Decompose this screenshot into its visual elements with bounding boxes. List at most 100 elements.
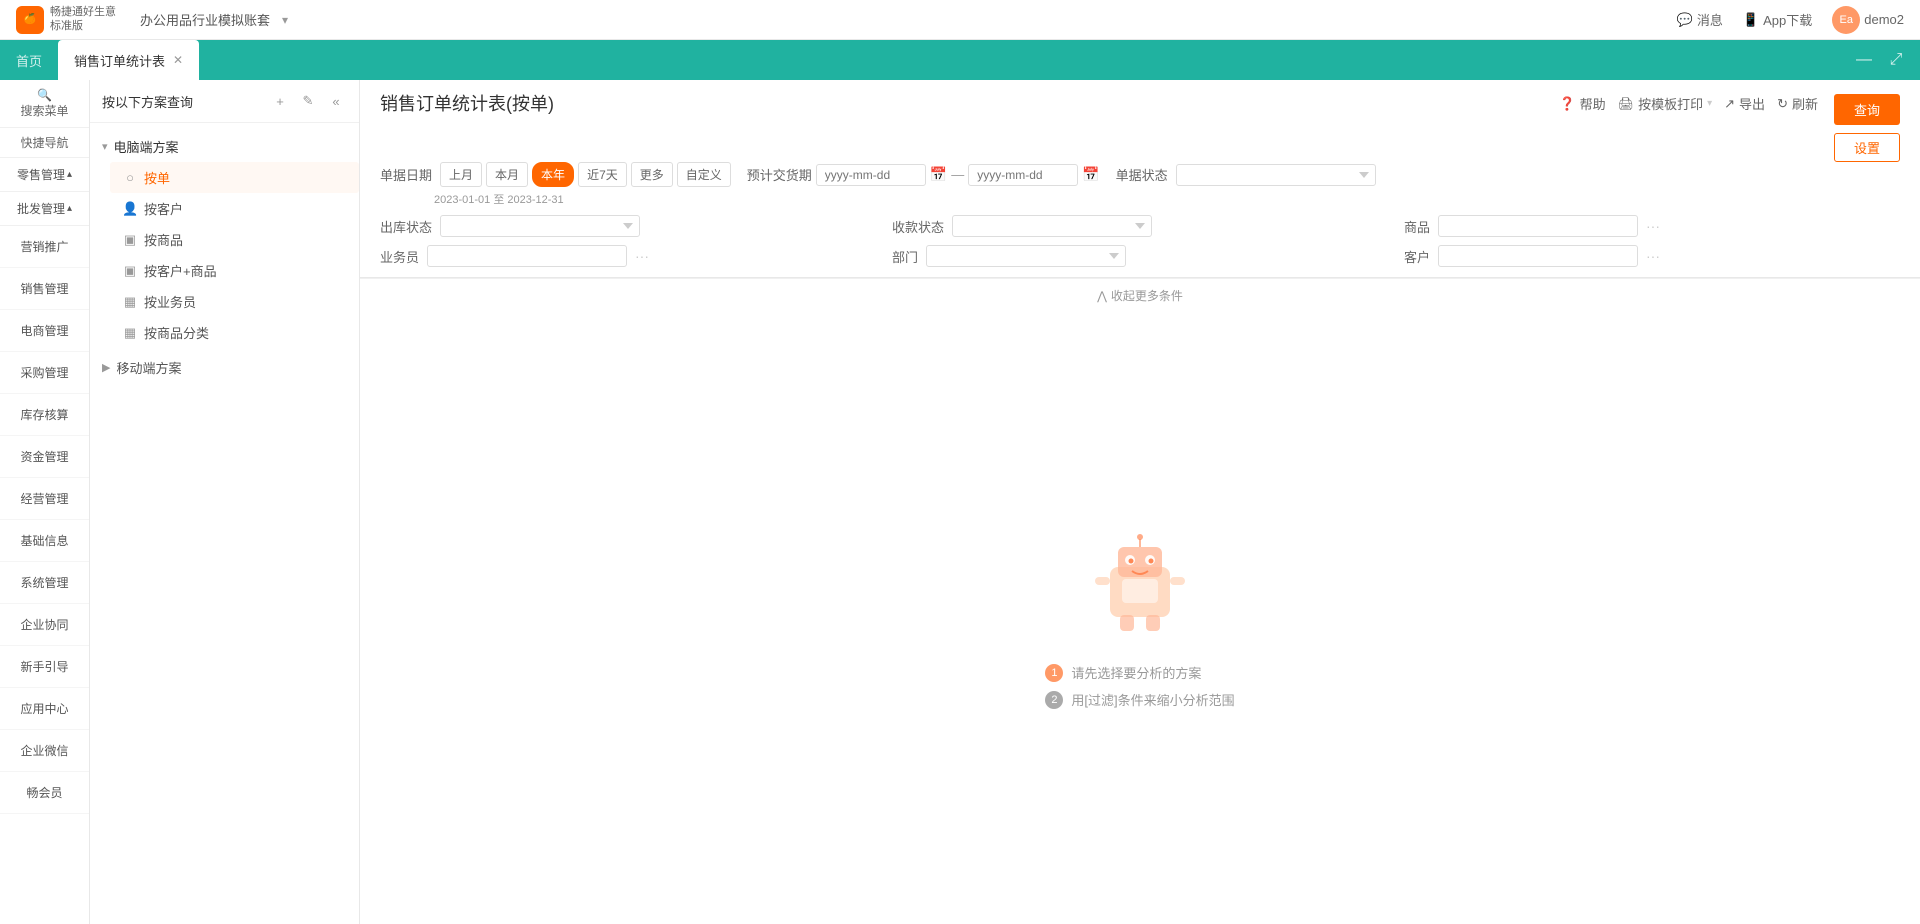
tree-child-by-customer[interactable]: 👤 按客户 — [110, 193, 359, 224]
tree-arrow-desktop: ▾ — [102, 140, 108, 153]
sidebar-item-wechat[interactable]: 企业微信 — [0, 730, 89, 772]
edit-scheme-btn[interactable]: ✎ — [297, 90, 319, 112]
sidebar-item-ecom[interactable]: 电商管理 — [0, 310, 89, 352]
collapse-bar[interactable]: ⋀ 收起更多条件 — [360, 278, 1920, 312]
help-btn[interactable]: ❓ 帮助 — [1559, 94, 1605, 113]
download-icon: 📱 — [1743, 12, 1759, 28]
retail-chevron: ▴ — [67, 169, 72, 180]
sidebar-item-member[interactable]: 畅会员 — [0, 772, 89, 814]
settings-btn[interactable]: 设置 — [1834, 133, 1900, 162]
header-actions: ❓ 帮助 🖨 按模板打印 ▾ ↗ 导出 — [1559, 90, 1900, 162]
date-btn-7days[interactable]: 近7天 — [578, 162, 627, 187]
tree-section-mobile: ▶ 移动端方案 — [90, 352, 359, 383]
query-btn[interactable]: 查询 — [1834, 94, 1900, 125]
tree-child-by-product[interactable]: ▣ 按商品 — [110, 224, 359, 255]
user-area[interactable]: Ea demo2 — [1832, 6, 1904, 34]
tree-section-desktop: ▾ 电脑端方案 ○ 按单 👤 按客户 ▣ — [90, 131, 359, 348]
customer-input[interactable] — [1438, 245, 1638, 267]
top-bar-right: 💬 消息 📱 App下载 Ea demo2 — [1677, 6, 1904, 34]
tree-parent-mobile[interactable]: ▶ 移动端方案 — [102, 352, 359, 383]
expected-date-from[interactable] — [816, 164, 926, 186]
department-select[interactable] — [926, 245, 1126, 267]
order-status-select[interactable] — [1176, 164, 1376, 186]
date-btn-this-year[interactable]: 本年 — [532, 162, 574, 187]
salesperson-dots-icon[interactable]: ··· — [635, 248, 649, 264]
product-dots-icon[interactable]: ··· — [1646, 218, 1660, 234]
tree-arrow-mobile: ▶ — [102, 361, 110, 374]
date-btn-more[interactable]: 更多 — [631, 162, 673, 187]
sidebar-item-operation[interactable]: 经营管理 — [0, 478, 89, 520]
print-btn[interactable]: 🖨 按模板打印 ▾ — [1618, 94, 1713, 113]
sidebar-item-enterprise[interactable]: 企业协同 — [0, 604, 89, 646]
department-filter: 部门 — [892, 245, 1388, 267]
sidebar: 🔍 搜索菜单 快捷导航 零售管理 ▴ 批发管理 ▴ 营销推广 销售管理 电商管理 — [0, 80, 90, 924]
tree-child-by-order[interactable]: ○ 按单 — [110, 162, 359, 193]
by-product-icon: ▣ — [122, 232, 138, 248]
sidebar-item-system[interactable]: 系统管理 — [0, 562, 89, 604]
by-salesperson-icon: ▦ — [122, 294, 138, 310]
sidebar-item-appstore[interactable]: 应用中心 — [0, 688, 89, 730]
customer-dots-icon[interactable]: ··· — [1646, 248, 1660, 264]
order-status-filter: 单据状态 — [1116, 164, 1900, 186]
empty-tip-1: 1 请先选择要分析的方案 — [1045, 663, 1234, 682]
right-panel-header: 销售订单统计表(按单) ❓ 帮助 🖨 按模板打印 ▾ — [360, 80, 1920, 278]
main-layout: 🔍 搜索菜单 快捷导航 零售管理 ▴ 批发管理 ▴ 营销推广 销售管理 电商管理 — [0, 80, 1920, 924]
top-title-arrow[interactable]: ▾ — [282, 13, 288, 27]
tree-child-by-salesperson[interactable]: ▦ 按业务员 — [110, 286, 359, 317]
tab-bar-actions: — ⤢ — [1852, 48, 1920, 72]
salesperson-input[interactable] — [427, 245, 627, 267]
expected-date-to[interactable] — [968, 164, 1078, 186]
sidebar-item-newbie[interactable]: 新手引导 — [0, 646, 89, 688]
tree-container: ▾ 电脑端方案 ○ 按单 👤 按客户 ▣ — [90, 123, 359, 924]
app-download-btn[interactable]: 📱 App下载 — [1743, 10, 1812, 29]
left-panel-header: 按以下方案查询 + ✎ « — [90, 80, 359, 123]
tree-child-by-category[interactable]: ▦ 按商品分类 — [110, 317, 359, 348]
export-btn[interactable]: ↗ 导出 — [1724, 94, 1765, 113]
top-bar-left: 🍊 畅捷通好生意 标准版 办公用品行业模拟账套 ▾ — [16, 6, 288, 34]
empty-tip-2: 2 用[过滤]条件来缩小分析范围 — [1045, 690, 1234, 709]
tab-close-icon[interactable]: ✕ — [173, 53, 183, 67]
tab-maximize-btn[interactable]: ⤢ — [1884, 48, 1908, 72]
logo-text: 畅捷通好生意 标准版 — [50, 6, 116, 32]
empty-illustration — [1080, 527, 1200, 647]
sidebar-item-finance[interactable]: 资金管理 — [0, 436, 89, 478]
refresh-btn[interactable]: ↻ 刷新 — [1777, 94, 1818, 113]
tree-parent-desktop[interactable]: ▾ 电脑端方案 — [90, 131, 359, 162]
collapse-panel-btn[interactable]: « — [325, 90, 347, 112]
date-btn-last-month[interactable]: 上月 — [440, 162, 482, 187]
date-btn-this-month[interactable]: 本月 — [486, 162, 528, 187]
calendar-icon-2[interactable]: 📅 — [1082, 166, 1099, 183]
message-btn[interactable]: 💬 消息 — [1677, 10, 1723, 29]
sidebar-search[interactable]: 🔍 搜索菜单 — [0, 80, 89, 128]
delivery-status-select[interactable] — [440, 215, 640, 237]
sidebar-item-inventory[interactable]: 库存核算 — [0, 394, 89, 436]
date-btn-custom[interactable]: 自定义 — [677, 162, 731, 187]
tab-sales-stat[interactable]: 销售订单统计表 ✕ — [58, 40, 199, 80]
filter-row-3: 业务员 ··· 部门 客户 · — [380, 245, 1900, 267]
tab-minimize-btn[interactable]: — — [1852, 48, 1876, 72]
product-input[interactable] — [1438, 215, 1638, 237]
tip-num-2: 2 — [1045, 691, 1063, 709]
tip-num-1: 1 — [1045, 664, 1063, 682]
tree-child-by-cust-prod[interactable]: ▣ 按客户+商品 — [110, 255, 359, 286]
date-btns: 上月 本月 本年 近7天 更多 自定义 — [440, 162, 731, 187]
calendar-icon-1[interactable]: 📅 — [930, 166, 947, 183]
filter-date: 单据日期 上月 本月 本年 近7天 更多 自定义 — [380, 162, 731, 187]
sidebar-item-retail[interactable]: 零售管理 ▴ — [0, 158, 89, 192]
by-category-icon: ▦ — [122, 325, 138, 341]
help-icon: ❓ — [1559, 96, 1575, 112]
add-scheme-btn[interactable]: + — [269, 90, 291, 112]
sidebar-item-purchase[interactable]: 采购管理 — [0, 352, 89, 394]
export-icon: ↗ — [1724, 96, 1735, 112]
empty-tips: 1 请先选择要分析的方案 2 用[过滤]条件来缩小分析范围 — [1045, 663, 1234, 709]
sidebar-item-sales[interactable]: 销售管理 — [0, 268, 89, 310]
content: 按以下方案查询 + ✎ « ▾ 电脑端方案 ○ 按单 — [90, 80, 1920, 924]
sidebar-item-marketing[interactable]: 营销推广 — [0, 226, 89, 268]
empty-content: 1 请先选择要分析的方案 2 用[过滤]条件来缩小分析范围 — [1045, 527, 1234, 709]
sidebar-quick-nav[interactable]: 快捷导航 — [0, 128, 89, 158]
sidebar-item-basic[interactable]: 基础信息 — [0, 520, 89, 562]
sidebar-item-wholesale[interactable]: 批发管理 ▴ — [0, 192, 89, 226]
payment-status-select[interactable] — [952, 215, 1152, 237]
tab-home[interactable]: 首页 — [0, 40, 58, 80]
delivery-status-filter: 出库状态 — [380, 215, 876, 237]
